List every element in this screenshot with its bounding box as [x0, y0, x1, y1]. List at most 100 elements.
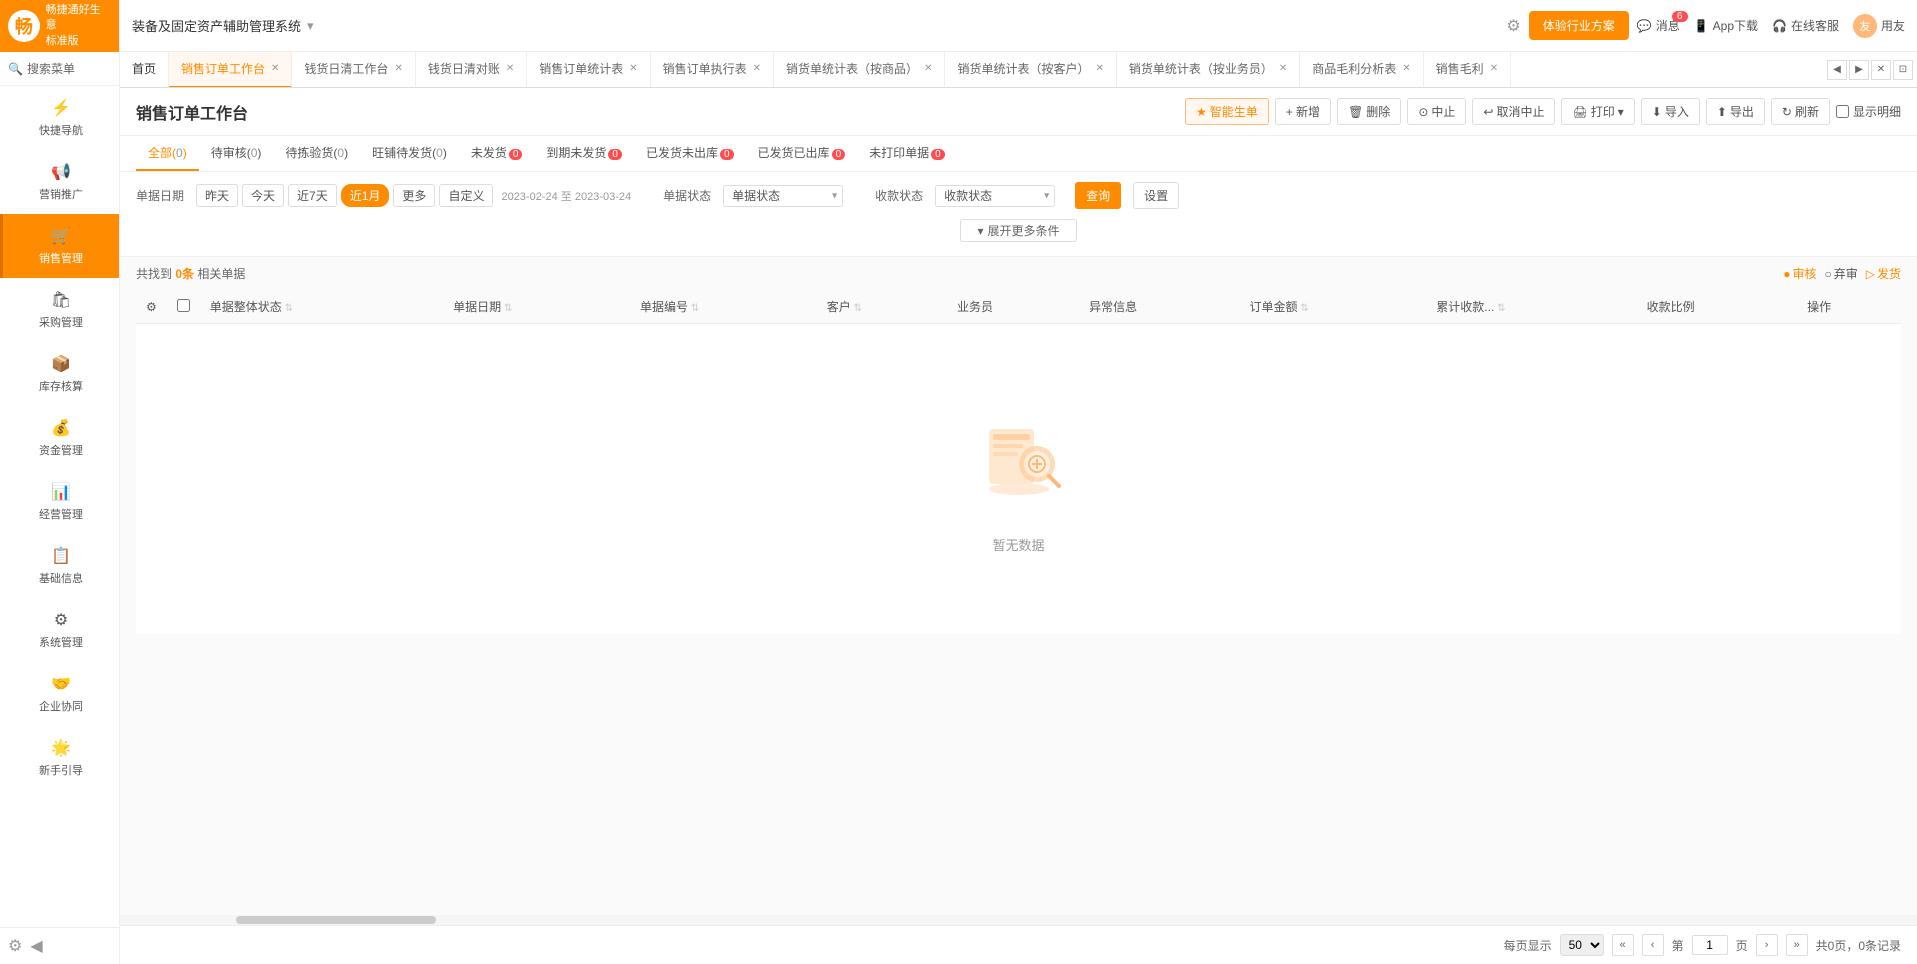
tab-sales-summary-product[interactable]: 销货单统计表（按商品） ✕ [774, 52, 945, 88]
tab-close-sales-profit[interactable]: ✕ [1490, 63, 1498, 74]
th-cumulative-payment[interactable]: 累计收款... [1426, 290, 1636, 324]
tab-prev-btn[interactable]: ◀ [1827, 60, 1847, 80]
topbar-dropdown-icon[interactable]: ▾ [307, 18, 314, 34]
th-settings[interactable]: ⚙ [136, 290, 167, 324]
app-download-btn[interactable]: 📱 App下载 [1694, 17, 1758, 34]
sidebar-item-system[interactable]: ⚙ 系统管理 [0, 598, 119, 662]
subtab-shipped-not-out[interactable]: 已发货未出库0 [634, 136, 746, 171]
page-input[interactable] [1692, 935, 1728, 955]
tab-sales-stats[interactable]: 销售订单统计表 ✕ [527, 52, 650, 88]
online-service-btn[interactable]: 🎧 在线客服 [1772, 17, 1839, 34]
tab-sales-execution[interactable]: 销售订单执行表 ✕ [651, 52, 774, 88]
tab-close-all-btn[interactable]: ✕ [1871, 60, 1891, 80]
subtab-all[interactable]: 全部(0) [136, 136, 199, 171]
tab-close-sales-summary-staff[interactable]: ✕ [1279, 63, 1287, 74]
collapse-icon[interactable]: ◀ [30, 936, 42, 956]
sidebar-item-sales[interactable]: 🛒 销售管理 [0, 214, 119, 278]
tab-margin-analysis[interactable]: 商品毛利分析表 ✕ [1300, 52, 1423, 88]
subtab-wangpu-pending[interactable]: 旺铺待发货(0) [360, 136, 459, 171]
tab-close-sales-summary-client[interactable]: ✕ [1095, 63, 1103, 74]
tab-close-sales-summary-product[interactable]: ✕ [924, 63, 932, 74]
topbar-settings-icon[interactable]: ⚙ [1506, 16, 1520, 36]
tab-close-cash-reconcile[interactable]: ✕ [506, 63, 514, 74]
export-button[interactable]: ⬆ 导出 [1706, 98, 1765, 125]
expand-more-btn[interactable]: ▾ 展开更多条件 [960, 219, 1076, 242]
delete-button[interactable]: 🗑 删除 [1337, 98, 1401, 125]
tab-sales-profit[interactable]: 销售毛利 ✕ [1424, 52, 1511, 88]
payment-select[interactable]: 收款状态 [935, 185, 1055, 207]
date-btn-today[interactable]: 今天 [242, 184, 284, 207]
tab-close-sales-execution[interactable]: ✕ [753, 63, 761, 74]
sidebar-item-guide[interactable]: 🌟 新手引导 [0, 726, 119, 790]
show-detail-toggle[interactable]: 显示明细 [1836, 103, 1901, 120]
date-btn-yesterday[interactable]: 昨天 [196, 184, 238, 207]
th-doc-status[interactable]: 单据整体状态 [200, 290, 443, 324]
sidebar-item-basic[interactable]: 📋 基础信息 [0, 534, 119, 598]
batch-review-btn[interactable]: ● 审核 [1783, 265, 1816, 282]
tab-expand-btn[interactable]: ⊡ [1893, 60, 1913, 80]
tab-close-sales-workbench[interactable]: ✕ [271, 63, 279, 74]
date-btn-more[interactable]: 更多 [393, 184, 435, 207]
tab-sales-summary-client[interactable]: 销货单统计表（按客户） ✕ [945, 52, 1116, 88]
query-button[interactable]: 查询 [1075, 182, 1121, 209]
tab-close-sales-stats[interactable]: ✕ [629, 63, 637, 74]
tab-sales-workbench[interactable]: 销售订单工作台 ✕ [169, 52, 292, 88]
subtab-pending-review[interactable]: 待审核(0) [199, 136, 274, 171]
date-btn-1month[interactable]: 近1月 [341, 184, 390, 207]
last-page-btn[interactable]: » [1786, 934, 1808, 956]
cancel-stop-button[interactable]: ↩ 取消中止 [1472, 98, 1555, 125]
sales-icon: 🛒 [51, 226, 71, 246]
tab-cash-daily[interactable]: 钱货日清工作台 ✕ [292, 52, 415, 88]
tab-home[interactable]: 首页 [120, 52, 169, 88]
import-button[interactable]: ⬇ 导入 [1641, 98, 1700, 125]
print-button[interactable]: 🖨 打印 ▾ [1561, 98, 1634, 125]
th-customer[interactable]: 客户 [817, 290, 947, 324]
per-page-select[interactable]: 50 [1560, 934, 1604, 956]
prev-page-btn[interactable]: ‹ [1642, 934, 1664, 956]
message-btn[interactable]: 💬 消息 6 [1637, 17, 1680, 34]
user-btn[interactable]: 友 用友 [1853, 14, 1905, 38]
date-btn-7days[interactable]: 近7天 [288, 184, 337, 207]
sidebar-item-inventory[interactable]: 📦 库存核算 [0, 342, 119, 406]
sidebar-search[interactable]: 🔍 搜索菜单 [0, 52, 119, 86]
date-btn-custom[interactable]: 自定义 [439, 184, 493, 207]
th-order-amount[interactable]: 订单金额 [1240, 290, 1427, 324]
select-all-checkbox[interactable] [177, 299, 190, 312]
tab-close-margin-analysis[interactable]: ✕ [1402, 63, 1410, 74]
add-button[interactable]: + 新增 [1275, 98, 1331, 125]
refresh-button[interactable]: ↻ 刷新 [1771, 98, 1830, 125]
sidebar-item-marketing[interactable]: 📢 营销推广 [0, 150, 119, 214]
subtab-unprinted[interactable]: 未打印单据0 [857, 136, 957, 171]
show-detail-checkbox[interactable] [1836, 105, 1849, 118]
stop-button[interactable]: ⊙ 中止 [1407, 98, 1466, 125]
filter-settings-button[interactable]: 设置 [1133, 182, 1179, 209]
th-doc-date[interactable]: 单据日期 [443, 290, 630, 324]
settings-bottom-icon[interactable]: ⚙ [8, 936, 22, 956]
tab-sales-summary-staff[interactable]: 销货单统计表（按业务员） ✕ [1117, 52, 1300, 88]
batch-ship-btn[interactable]: ▷ 发货 [1866, 265, 1901, 282]
next-page-btn[interactable]: › [1756, 934, 1778, 956]
sidebar-item-finance[interactable]: 💰 资金管理 [0, 406, 119, 470]
smart-create-button[interactable]: ★ 智能生单 [1185, 98, 1269, 125]
tab-close-cash-daily[interactable]: ✕ [394, 63, 402, 74]
subtab-unshipped[interactable]: 未发货0 [459, 136, 535, 171]
solution-button[interactable]: 体验行业方案 [1529, 11, 1629, 40]
sidebar-item-purchase[interactable]: 🛍 采购管理 [0, 278, 119, 342]
status-select[interactable]: 单据状态 [723, 185, 843, 207]
sidebar-item-enterprise[interactable]: 🤝 企业协同 [0, 662, 119, 726]
empty-icon [969, 404, 1069, 523]
sidebar-item-quick-nav[interactable]: ⚡ 快捷导航 [0, 86, 119, 150]
th-doc-number[interactable]: 单据编号 [630, 290, 817, 324]
tab-next-btn[interactable]: ▶ [1849, 60, 1869, 80]
subtab-pending-inspect[interactable]: 待拣验货(0) [273, 136, 360, 171]
subtab-shipped-out[interactable]: 已发货已出库0 [746, 136, 858, 171]
empty-state-row: 暂无数据 [136, 324, 1901, 635]
scrollbar-thumb[interactable] [236, 916, 436, 924]
subtab-overdue-unshipped[interactable]: 到期未发货0 [534, 136, 634, 171]
horizontal-scrollbar[interactable] [136, 915, 1901, 925]
batch-cancel-review-btn[interactable]: ○ 弃审 [1824, 265, 1857, 282]
sidebar-item-operations[interactable]: 📊 经营管理 [0, 470, 119, 534]
th-checkbox[interactable] [167, 290, 200, 324]
first-page-btn[interactable]: « [1612, 934, 1634, 956]
tab-cash-reconcile[interactable]: 钱货日清对账 ✕ [416, 52, 527, 88]
